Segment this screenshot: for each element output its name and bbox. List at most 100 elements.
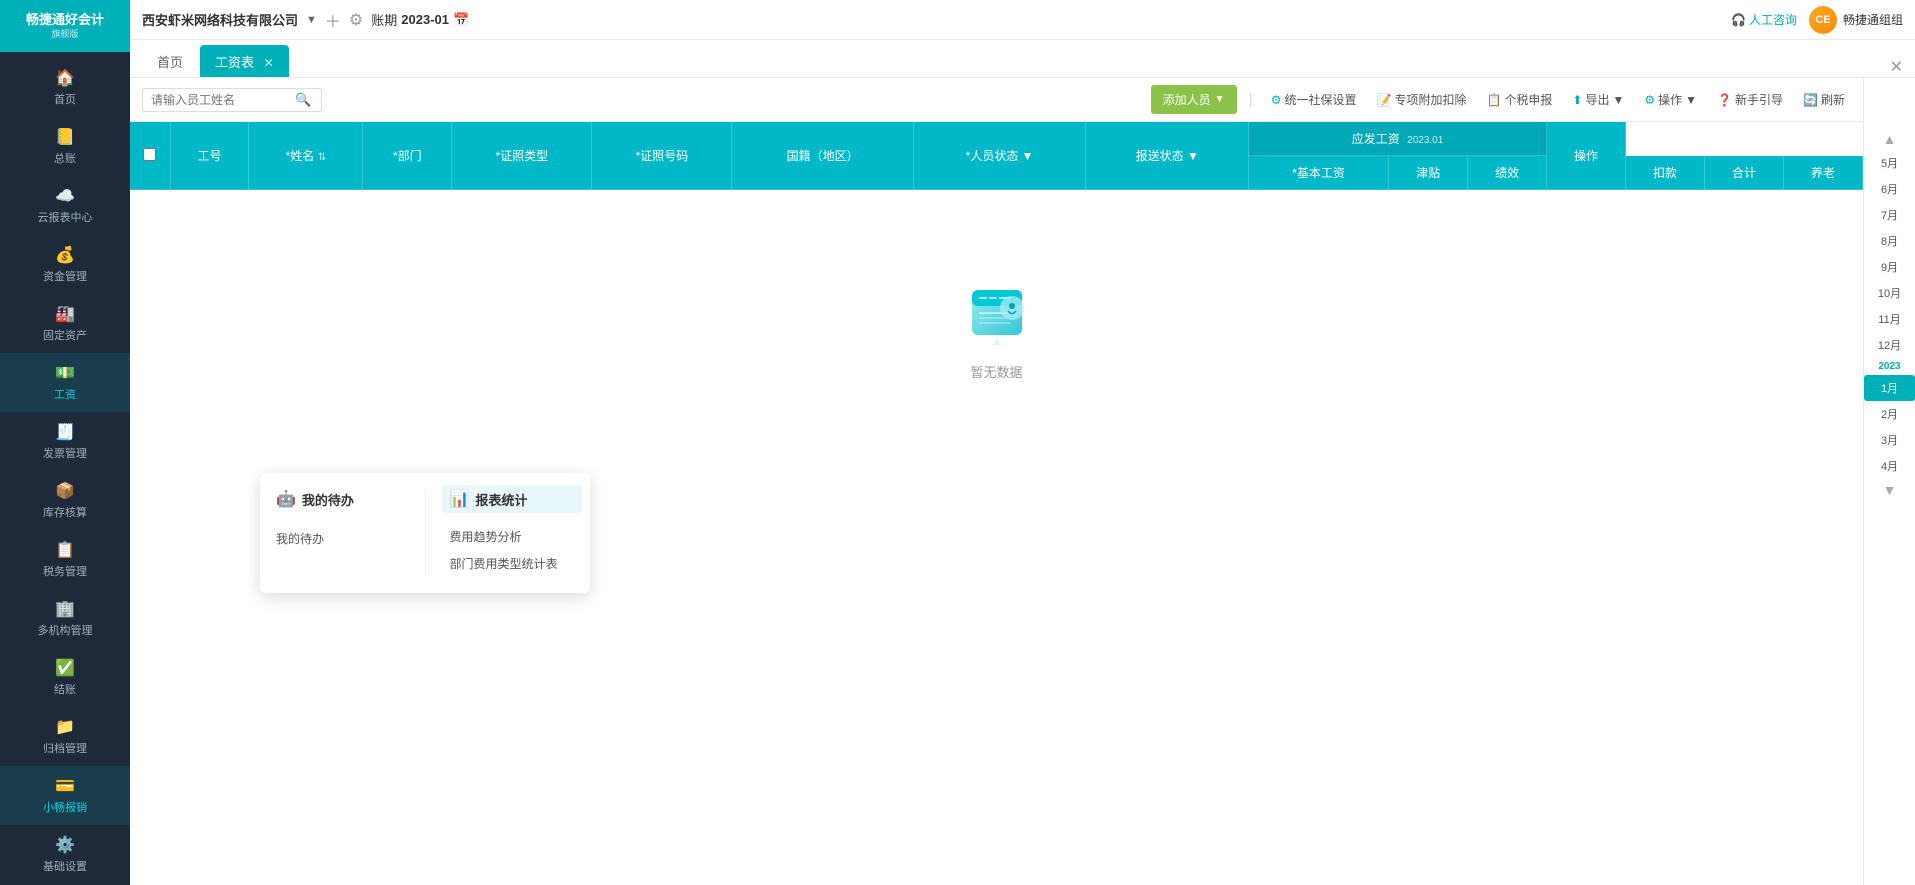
month-item-2[interactable]: 2月 [1864,401,1915,427]
month-item-11[interactable]: 11月 [1864,306,1915,332]
header-submit-status[interactable]: 报送状态 ▼ [1086,122,1249,190]
popup-section-todo: 🤖 我的待办 我的待办 [276,489,401,577]
month-item-6[interactable]: 6月 [1864,176,1915,202]
close-panel-button[interactable]: ✕ [1890,57,1903,77]
month-item-1[interactable]: 1月 [1864,375,1915,401]
header-dept: *部门 [363,122,452,190]
month-next-button[interactable]: ▼ [1880,479,1900,501]
month-item-9[interactable]: 9月 [1864,254,1915,280]
tax-report-button[interactable]: 📋 个税申报 [1480,91,1558,108]
user-menu[interactable]: CE 畅捷通组组 [1809,6,1903,34]
special-deduction-icon: 📝 [1376,93,1391,107]
sidebar-label-multi-org: 多机构管理 [38,622,93,638]
sidebar-item-settings[interactable]: ⚙️ 基础设置 [0,825,130,884]
month-item-7[interactable]: 7月 [1864,202,1915,228]
app-logo: 畅捷通好会计 旗舰版 [0,0,130,52]
company-dropdown-arrow[interactable]: ▼ [306,14,317,26]
company-name[interactable]: 西安虾米网络科技有限公司 [142,10,298,29]
main-area: 西安虾米网络科技有限公司 ▼ ＋ ⚙ 账期 2023-01 📅 🎧 人工咨询 C… [130,0,1915,885]
add-person-button[interactable]: 添加人员 ▼ [1151,85,1237,114]
month-nav: ▲ 5月 6月 7月 8月 9月 10月 11月 12月 2023 1月 2月 … [1864,128,1915,501]
refresh-button[interactable]: 🔄 刷新 [1797,91,1851,108]
guide-button[interactable]: ❓ 新手引导 [1711,91,1789,108]
settings-icon: ⚙️ [55,835,75,855]
popup-item-dept-expense[interactable]: 部门费用类型统计表 [450,550,575,577]
empty-text: 暂无数据 [970,362,1022,381]
export-button[interactable]: ⬆ 导出 ▼ [1566,91,1630,108]
sidebar-label-home: 首页 [54,91,76,107]
service-label: 人工咨询 [1749,11,1797,28]
popup-section-title-todo: 🤖 我的待办 [276,489,401,515]
logo-sub: 旗舰版 [51,27,78,40]
sidebar-label-inventory: 库存核算 [43,504,87,520]
header-payable-wages: 应发工资 2023.01 [1249,122,1547,156]
header-settings-button[interactable]: ⚙ [349,10,363,30]
month-item-3[interactable]: 3月 [1864,427,1915,453]
header-add-button[interactable]: ＋ [325,8,341,32]
sidebar-item-home[interactable]: 🏠 首页 [0,58,130,117]
select-all-checkbox[interactable] [143,148,156,161]
popup-item-expense-trend[interactable]: 费用趋势分析 [450,523,575,550]
general-icon: 📒 [55,127,75,147]
calendar-icon[interactable]: 📅 [453,12,469,28]
expense-icon: 💳 [55,776,75,796]
header-employee-id: 工号 [170,122,249,190]
sidebar-item-salary[interactable]: 💵 工资 [0,353,130,412]
avatar-text: CE [1815,14,1830,26]
sidebar-item-archive[interactable]: 📁 归档管理 [0,707,130,766]
status-filter-icon[interactable]: ▼ [1022,149,1034,163]
search-icon[interactable]: 🔍 [295,92,311,108]
tax-icon: 📋 [55,540,75,560]
special-deduction-button[interactable]: 📝 专项附加扣除 [1370,91,1472,108]
social-insurance-button[interactable]: ⚙ 统一社保设置 [1265,91,1363,108]
refresh-label: 刷新 [1821,91,1845,108]
guide-btn-icon: ❓ [1717,93,1732,107]
tab-home[interactable]: 首页 [142,45,198,77]
salary-icon: 💵 [55,363,75,383]
month-item-10[interactable]: 10月 [1864,280,1915,306]
username: 畅捷通组组 [1843,11,1903,28]
popup-todo-title: 我的待办 [302,490,354,509]
tab-close-button[interactable]: ✕ [264,56,274,70]
expense-dropdown-popup: 🤖 我的待办 我的待办 📊 报表统计 费用趋势分析 部门费用类型统计表 [260,473,590,593]
sidebar-item-cloud-report[interactable]: ☁️ 云报表中心 [0,176,130,235]
operations-arrow: ▼ [1685,93,1697,107]
sidebar-item-inventory[interactable]: 📦 库存核算 [0,471,130,530]
search-input[interactable] [151,93,291,107]
month-item-12[interactable]: 12月 [1864,332,1915,358]
submit-filter-icon[interactable]: ▼ [1187,149,1199,163]
sidebar-item-multi-org[interactable]: 🏢 多机构管理 [0,589,130,648]
sidebar-item-invoice[interactable]: 🧾 发票管理 [0,412,130,471]
month-item-8[interactable]: 8月 [1864,228,1915,254]
operations-label: 操作 [1658,91,1682,108]
header-pension: 养老 [1783,156,1862,190]
popup-section-title-report: 📊 报表统计 [442,485,583,513]
header-checkbox[interactable] [130,122,170,190]
sidebar-item-close[interactable]: ✅ 结账 [0,648,130,707]
header-period: 账期 2023-01 📅 [371,10,469,29]
sidebar-label-tax: 税务管理 [43,563,87,579]
avatar: CE [1809,6,1837,34]
sidebar-item-fixed-asset[interactable]: 🏭 固定资产 [0,294,130,353]
social-insurance-label: 统一社保设置 [1284,91,1356,108]
sidebar-item-general[interactable]: 📒 总账 [0,117,130,176]
invoice-icon: 🧾 [55,422,75,442]
name-sort-icon[interactable]: ⇅ [318,152,326,163]
tab-salary-label: 工资表 [215,55,254,70]
sidebar-item-fund[interactable]: 💰 资金管理 [0,235,130,294]
operations-button[interactable]: ⚙ 操作 ▼ [1638,91,1703,108]
header-name[interactable]: *姓名 ⇅ [249,122,363,190]
header-total: 合计 [1704,156,1783,190]
month-item-5[interactable]: 5月 [1864,150,1915,176]
sidebar-label-settings: 基础设置 [43,858,87,874]
tab-salary[interactable]: 工资表 ✕ [200,45,289,77]
close-accounts-icon: ✅ [55,658,75,678]
home-icon: 🏠 [55,68,75,88]
month-prev-button[interactable]: ▲ [1880,128,1900,150]
sidebar-item-expense[interactable]: 💳 小畅报销 [0,766,130,825]
month-item-4[interactable]: 4月 [1864,453,1915,479]
popup-item-todo[interactable]: 我的待办 [276,525,401,552]
service-button[interactable]: 🎧 人工咨询 [1731,11,1797,28]
sidebar-item-tax[interactable]: 📋 税务管理 [0,530,130,589]
header-status[interactable]: *人员状态 ▼ [913,122,1086,190]
